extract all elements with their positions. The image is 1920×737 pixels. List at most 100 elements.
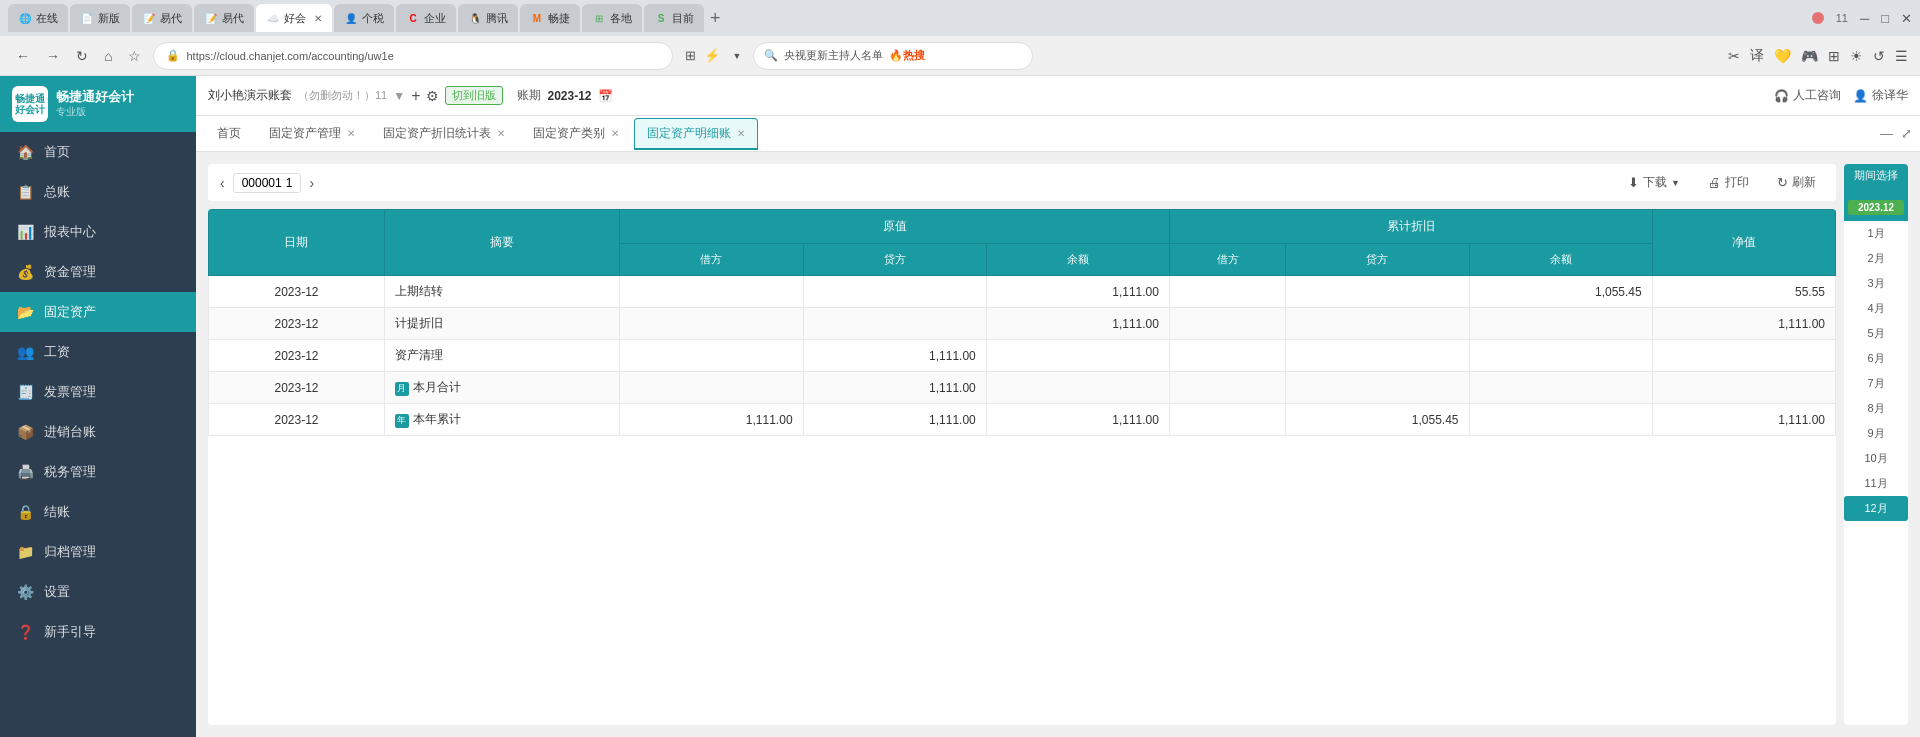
- grid-icon[interactable]: ⊞: [1828, 48, 1840, 64]
- period-month-3[interactable]: 3月: [1844, 271, 1908, 296]
- print-button[interactable]: 🖨 打印: [1700, 170, 1757, 195]
- cell-dep-balance-2: [1469, 308, 1652, 340]
- cell-orig-balance-5: 1,111.00: [986, 404, 1169, 436]
- col-original-value: 原值: [620, 210, 1170, 244]
- translate-icon[interactable]: 译: [1750, 47, 1764, 65]
- sidebar-item-guide[interactable]: ❓ 新手引导: [0, 612, 196, 652]
- account-hint: （勿删勿动！）11: [298, 88, 387, 103]
- close-tab-assets-mgr-icon[interactable]: ✕: [347, 128, 355, 139]
- close-tab-category-icon[interactable]: ✕: [611, 128, 619, 139]
- browser-tab-11[interactable]: S 目前: [644, 4, 704, 32]
- browser-tab-5[interactable]: ☁️ 好会 ✕: [256, 4, 332, 32]
- browser-tabs: 🌐 在线 📄 新版 📝 易代 📝 易代 ☁️ 好会 ✕: [8, 0, 1800, 36]
- period-month-2[interactable]: 2月: [1844, 246, 1908, 271]
- app-name: 畅捷通好会计: [56, 89, 134, 106]
- browser-tab-6[interactable]: 👤 个税: [334, 4, 394, 32]
- close-tab-depreciation-icon[interactable]: ✕: [497, 128, 505, 139]
- scissors-icon[interactable]: ✂: [1728, 48, 1740, 64]
- sidebar-item-invoice[interactable]: 🧾 发票管理: [0, 372, 196, 412]
- home-button[interactable]: ⌂: [100, 46, 116, 66]
- settings-header-icon[interactable]: ⚙: [426, 88, 439, 104]
- browser-tab-8[interactable]: 🐧 腾讯: [458, 4, 518, 32]
- sidebar-item-payroll[interactable]: 👥 工资: [0, 332, 196, 372]
- browser-tab-label-11: 目前: [672, 11, 694, 26]
- address-text: https://cloud.chanjet.com/accounting/uw1…: [186, 50, 393, 62]
- menu-icon[interactable]: ☰: [1895, 48, 1908, 64]
- tab-assets-mgr[interactable]: 固定资产管理 ✕: [256, 118, 368, 150]
- download-button[interactable]: ⬇ 下载 ▼: [1620, 170, 1688, 195]
- tab-home[interactable]: 首页: [204, 118, 254, 150]
- new-tab-button[interactable]: +: [706, 8, 725, 29]
- browser-tab-4[interactable]: 📝 易代: [194, 4, 254, 32]
- browser-tab-3[interactable]: 📝 易代: [132, 4, 192, 32]
- period-month-12[interactable]: 12月: [1844, 496, 1908, 521]
- theme-icon[interactable]: ☀: [1850, 48, 1863, 64]
- sidebar-item-funds[interactable]: 💰 资金管理: [0, 252, 196, 292]
- refresh-button[interactable]: ↻ 刷新: [1769, 170, 1824, 195]
- cell-dep-debit-5: [1169, 404, 1285, 436]
- user-button[interactable]: 👤 徐译华: [1853, 87, 1908, 104]
- lightning-icon[interactable]: ⚡: [704, 48, 720, 63]
- period-month-1[interactable]: 1月: [1844, 221, 1908, 246]
- expand-tab-icon[interactable]: ⤢: [1901, 126, 1912, 141]
- bookmark-button[interactable]: ☆: [124, 46, 145, 66]
- col-orig-credit: 贷方: [803, 244, 986, 276]
- address-input[interactable]: 🔒 https://cloud.chanjet.com/accounting/u…: [153, 42, 673, 70]
- maximize-button[interactable]: □: [1881, 11, 1889, 26]
- browser-tab-9[interactable]: M 畅捷: [520, 4, 580, 32]
- site-info-icon[interactable]: ⊞: [685, 48, 696, 63]
- forward-button[interactable]: →: [42, 46, 64, 66]
- period-month-10[interactable]: 10月: [1844, 446, 1908, 471]
- cell-summary-4: 月本月合计: [384, 372, 619, 404]
- sidebar-item-archive[interactable]: 📁 归档管理: [0, 532, 196, 572]
- window-controls: 11 ─ □ ✕: [1812, 11, 1912, 26]
- history-icon[interactable]: ↺: [1873, 48, 1885, 64]
- period-month-6[interactable]: 6月: [1844, 346, 1908, 371]
- sidebar-item-inventory[interactable]: 📦 进销台账: [0, 412, 196, 452]
- calendar-icon[interactable]: 📅: [598, 89, 613, 103]
- reload-button[interactable]: ↻: [72, 46, 92, 66]
- col-summary: 摘要: [384, 210, 619, 276]
- period-month-8[interactable]: 8月: [1844, 396, 1908, 421]
- address-dropdown-button[interactable]: ▼: [728, 49, 745, 63]
- sidebar-item-settings[interactable]: ⚙️ 设置: [0, 572, 196, 612]
- account-dropdown-icon[interactable]: ▼: [393, 89, 405, 103]
- period-month-7[interactable]: 7月: [1844, 371, 1908, 396]
- sidebar-item-ledger[interactable]: 📋 总账: [0, 172, 196, 212]
- browser-tab-1[interactable]: 🌐 在线: [8, 4, 68, 32]
- close-tab-detail-icon[interactable]: ✕: [737, 128, 745, 139]
- close-tab-5-icon[interactable]: ✕: [314, 13, 322, 24]
- cell-net-5: 1,111.00: [1652, 404, 1835, 436]
- col-orig-balance: 余额: [986, 244, 1169, 276]
- sidebar-item-reports[interactable]: 📊 报表中心: [0, 212, 196, 252]
- tab-depreciation[interactable]: 固定资产折旧统计表 ✕: [370, 118, 518, 150]
- tab-category[interactable]: 固定资产类别 ✕: [520, 118, 632, 150]
- cell-dep-balance-1: 1,055.45: [1469, 276, 1652, 308]
- support-button[interactable]: 🎧 人工咨询: [1774, 87, 1841, 104]
- add-account-button[interactable]: +: [411, 87, 420, 105]
- content-area: ‹ 000001 1 › ⬇ 下载 ▼ 🖨 打: [196, 152, 1920, 737]
- back-button[interactable]: ←: [12, 46, 34, 66]
- wallet-icon[interactable]: 💛: [1774, 48, 1791, 64]
- close-button[interactable]: ✕: [1901, 11, 1912, 26]
- period-month-5[interactable]: 5月: [1844, 321, 1908, 346]
- sidebar-item-home[interactable]: 🏠 首页: [0, 132, 196, 172]
- sidebar-item-tax[interactable]: 🖨️ 税务管理: [0, 452, 196, 492]
- prev-page-button[interactable]: ‹: [220, 175, 225, 191]
- gamepad-icon[interactable]: 🎮: [1801, 48, 1818, 64]
- switch-version-button[interactable]: 切到旧版: [445, 86, 503, 105]
- period-month-11[interactable]: 11月: [1844, 471, 1908, 496]
- minimize-button[interactable]: ─: [1860, 11, 1869, 26]
- browser-tab-7[interactable]: C 企业: [396, 4, 456, 32]
- browser-tab-10[interactable]: ⊞ 各地: [582, 4, 642, 32]
- sidebar-item-closing[interactable]: 🔒 结账: [0, 492, 196, 532]
- minimize-tab-icon[interactable]: —: [1880, 126, 1893, 141]
- next-page-button[interactable]: ›: [309, 175, 314, 191]
- tab-detail[interactable]: 固定资产明细账 ✕: [634, 118, 758, 150]
- sidebar-item-assets[interactable]: 📂 固定资产: [0, 292, 196, 332]
- period-month-4[interactable]: 4月: [1844, 296, 1908, 321]
- search-bar[interactable]: 🔍 央视更新主持人名单 🔥热搜: [753, 42, 1033, 70]
- browser-tab-2[interactable]: 📄 新版: [70, 4, 130, 32]
- period-month-9[interactable]: 9月: [1844, 421, 1908, 446]
- cell-dep-credit-3: [1286, 340, 1469, 372]
